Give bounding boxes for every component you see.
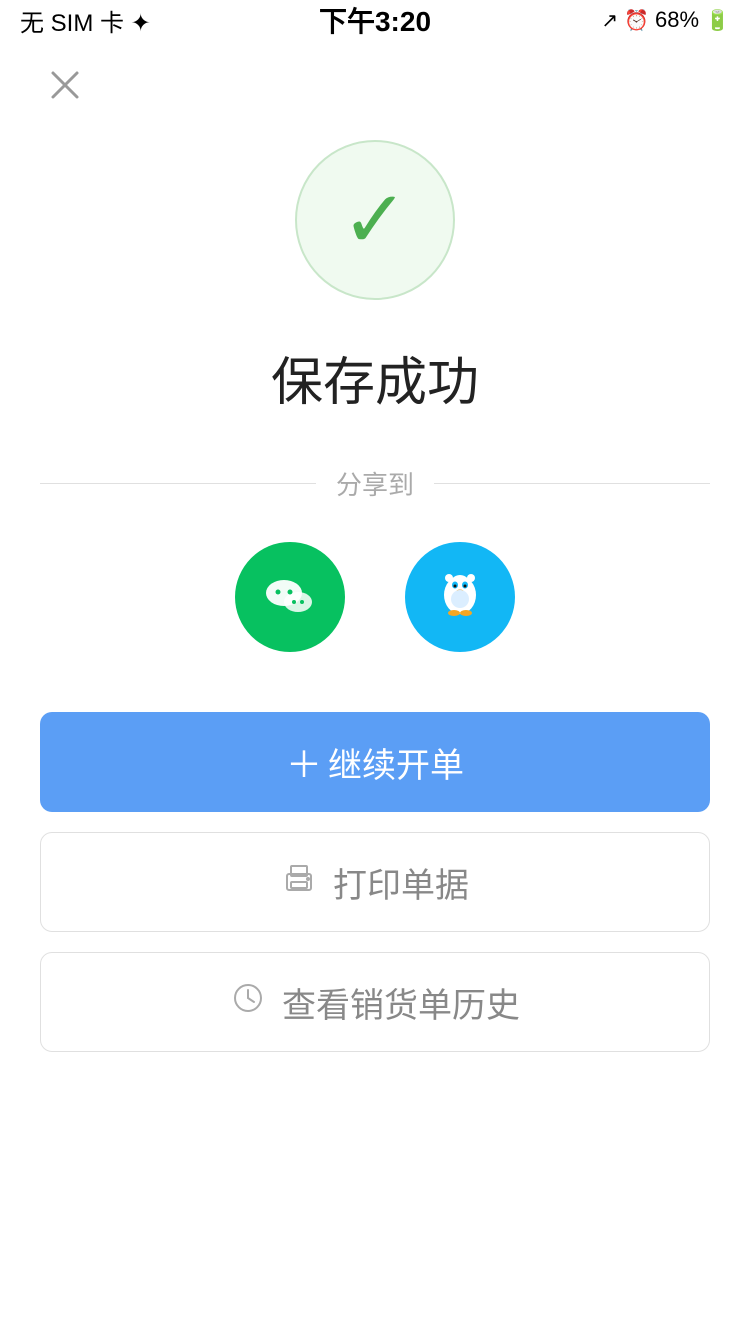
status-left: 无 SIM 卡 ✦ [20,3,151,38]
history-label: 查看销货单历史 [282,978,520,1027]
print-button[interactable]: 打印单据 [40,832,710,932]
battery-text: 68% [655,7,699,33]
buttons-section: ＋ 继续开单 打印单据 [40,712,710,1052]
success-title: 保存成功 [271,340,479,415]
no-sim-text: 无 SIM 卡 ✦ [20,3,151,38]
main-content: ✓ 保存成功 分享到 [0,40,750,1334]
continue-button[interactable]: ＋ 继续开单 [40,712,710,812]
wechat-icon [258,565,322,629]
qq-icon [428,565,492,629]
status-right: ↗ ⏰ 68% 🔋 [601,7,730,33]
battery-icon: 🔋 [705,8,730,33]
continue-plus-icon: ＋ [286,736,322,788]
close-icon [49,69,81,101]
divider-line-right [434,483,710,484]
divider-line-left [40,483,316,484]
print-label: 打印单据 [333,858,469,907]
history-button[interactable]: 查看销货单历史 [40,952,710,1052]
close-button[interactable] [40,60,90,110]
continue-label: 继续开单 [328,738,464,787]
alarm-icon: ⏰ [624,8,649,33]
share-divider: 分享到 [40,465,710,502]
checkmark-icon: ✓ [341,180,408,260]
status-bar: 无 SIM 卡 ✦ 下午3:20 ↗ ⏰ 68% 🔋 [0,0,750,40]
location-icon: ↗ [601,8,618,33]
share-label: 分享到 [336,465,414,502]
status-time: 下午3:20 [319,0,431,40]
share-wechat-button[interactable] [235,542,345,652]
success-circle: ✓ [295,140,455,300]
share-icons-container [235,542,515,652]
history-icon [230,980,266,1024]
print-icon [281,860,317,904]
share-qq-button[interactable] [405,542,515,652]
